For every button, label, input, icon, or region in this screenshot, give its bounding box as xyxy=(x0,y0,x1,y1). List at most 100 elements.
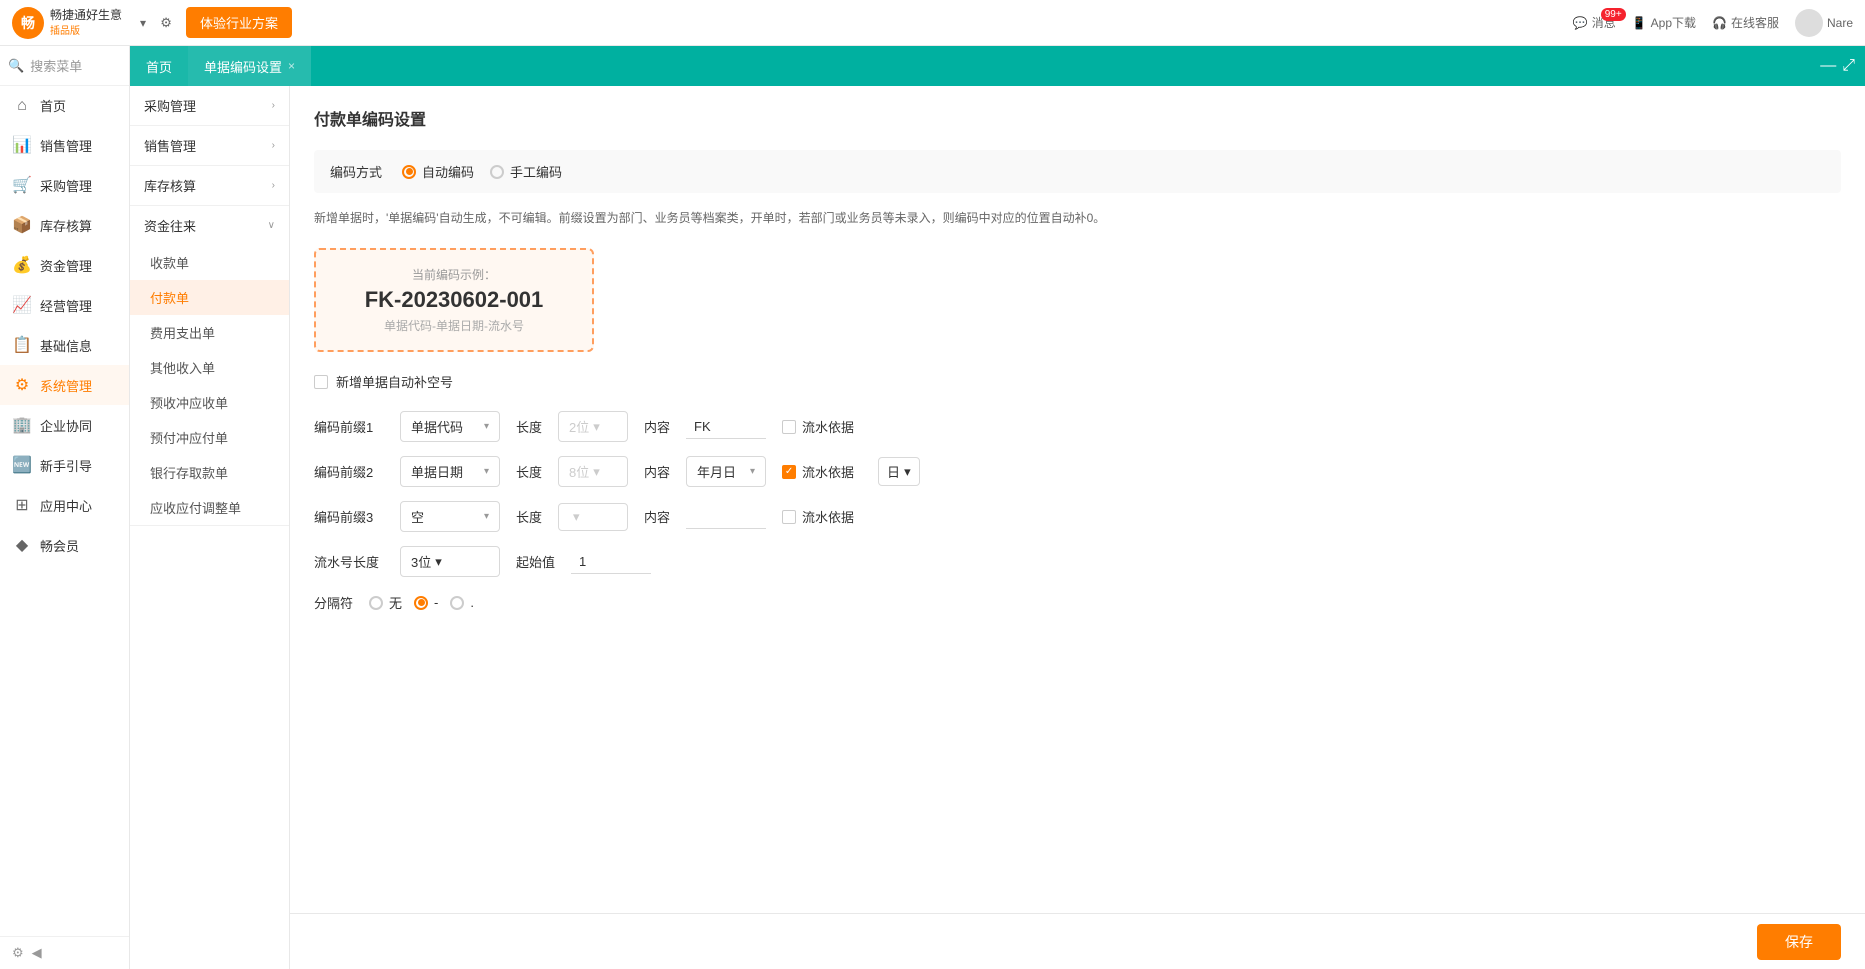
sidebar-item-home[interactable]: ⌂ 首页 xyxy=(0,86,129,125)
radio-auto[interactable]: 自动编码 xyxy=(402,162,474,181)
sub-group-purchase-title[interactable]: 采购管理 › xyxy=(130,86,289,125)
sub-group-inventory: 库存核算 › xyxy=(130,166,289,206)
sidebar-purchase-label: 采购管理 xyxy=(40,176,92,195)
save-button[interactable]: 保存 xyxy=(1757,924,1841,960)
sidebar-item-guide[interactable]: 🆕 新手引导 xyxy=(0,445,129,485)
tab-bar-right: — ⤢ xyxy=(1820,57,1865,75)
sub-item-other-income[interactable]: 其他收入单 xyxy=(130,350,289,385)
flow3-cb[interactable] xyxy=(782,510,796,524)
content3-input[interactable] xyxy=(686,505,766,529)
sub-item-prepay-receivable[interactable]: 预收冲应收单 xyxy=(130,385,289,420)
sidebar-finance-label: 资金管理 xyxy=(40,256,92,275)
sub-item-expense[interactable]: 费用支出单 xyxy=(130,315,289,350)
flow1-cb[interactable] xyxy=(782,420,796,434)
settings-icon[interactable]: ⚙ xyxy=(152,9,180,37)
sep-hyphen-circle xyxy=(414,596,428,610)
sub-group-inventory-arrow: › xyxy=(272,180,275,191)
sub-group-inventory-title[interactable]: 库存核算 › xyxy=(130,166,289,205)
tab-current[interactable]: 单据编码设置 × xyxy=(188,46,311,86)
sub-group-finance-title[interactable]: 资金往来 ∨ xyxy=(130,206,289,245)
flow3-checkbox-area: 流水依据 xyxy=(782,507,854,526)
sub-group-finance-label: 资金往来 xyxy=(144,216,196,235)
length2-select[interactable]: 8位 ▾ xyxy=(558,456,628,487)
length3-select[interactable]: ▾ xyxy=(558,503,628,531)
radio-manual[interactable]: 手工编码 xyxy=(490,162,562,181)
sep-hyphen[interactable]: - xyxy=(414,595,438,610)
tab-maximize-icon[interactable]: ⤢ xyxy=(1842,57,1855,75)
tab-minimize-icon[interactable]: — xyxy=(1820,57,1836,75)
prefix1-arrow: ▾ xyxy=(484,421,489,432)
sub-group-sales-label: 销售管理 xyxy=(144,136,196,155)
sep-dot[interactable]: . xyxy=(450,595,474,610)
nav-dropdown[interactable]: ▾ xyxy=(140,16,146,30)
message-badge: 99+ xyxy=(1601,8,1626,21)
prefix2-value: 单据日期 xyxy=(411,462,463,481)
prefix2-label: 编码前缀2 xyxy=(314,462,384,481)
sidebar-collapse-icon[interactable]: ◀ xyxy=(32,945,42,961)
sidebar-settings-icon[interactable]: ⚙ xyxy=(12,945,24,961)
sidebar-item-apps[interactable]: ⊞ 应用中心 xyxy=(0,485,129,525)
prefix1-select[interactable]: 单据代码 ▾ xyxy=(400,411,500,442)
sub-group-sales-title[interactable]: 销售管理 › xyxy=(130,126,289,165)
app-logo: 畅 畅捷通好生意 插品版 xyxy=(12,7,132,39)
content1-input[interactable] xyxy=(686,415,766,439)
prefix3-value: 空 xyxy=(411,507,424,526)
prefix2-select[interactable]: 单据日期 ▾ xyxy=(400,456,500,487)
serial-length-select[interactable]: 3位 ▾ xyxy=(400,546,500,577)
sidebar-guide-label: 新手引导 xyxy=(40,456,92,475)
user-menu[interactable]: Nare xyxy=(1795,9,1853,37)
sidebar-item-sales[interactable]: 📊 销售管理 xyxy=(0,125,129,165)
sidebar-item-member[interactable]: ◆ 畅会员 xyxy=(0,525,129,565)
sidebar-search[interactable]: 🔍 搜索菜单 xyxy=(0,46,129,86)
sub-item-receipt[interactable]: 收款单 xyxy=(130,245,289,280)
corp-icon: 🏢 xyxy=(12,415,32,435)
finance-icon: 💰 xyxy=(12,255,32,275)
sub-item-adjust[interactable]: 应收应付调整单 xyxy=(130,490,289,525)
length1-select[interactable]: 2位 ▾ xyxy=(558,411,628,442)
sidebar-item-system[interactable]: ⚙ 系统管理 xyxy=(0,365,129,405)
flow2-checkbox-area: 流水依据 xyxy=(782,462,854,481)
sep-none[interactable]: 无 xyxy=(369,593,402,612)
sidebar-item-finance[interactable]: 💰 资金管理 xyxy=(0,245,129,285)
inventory-icon: 📦 xyxy=(12,215,32,235)
sep-options: 无 - . xyxy=(369,593,474,612)
tab-home[interactable]: 首页 xyxy=(130,46,188,86)
online-service-button[interactable]: 🎧 在线客服 xyxy=(1712,14,1779,31)
start-input[interactable] xyxy=(571,550,651,574)
bottom-bar: 保存 xyxy=(290,913,1865,969)
flow2-cb[interactable] xyxy=(782,465,796,479)
separator-row: 分隔符 无 - xyxy=(314,593,1841,612)
sidebar-operation-label: 经营管理 xyxy=(40,296,92,315)
app-download-button[interactable]: 📱 App下载 xyxy=(1632,14,1696,31)
member-icon: ◆ xyxy=(12,535,32,555)
sub-item-prepay-payment[interactable]: 预付冲应付单 xyxy=(130,420,289,455)
sidebar-item-operation[interactable]: 📈 经营管理 xyxy=(0,285,129,325)
serial-length-arrow: ▾ xyxy=(435,554,442,570)
start-label: 起始值 xyxy=(516,552,555,571)
radio-auto-dot xyxy=(406,168,413,175)
code-prefix: 当前编码示例： xyxy=(340,266,568,283)
content2-select[interactable]: 年月日 ▾ xyxy=(686,456,766,487)
length1-label: 长度 xyxy=(516,417,542,436)
avatar xyxy=(1795,9,1823,37)
trial-button[interactable]: 体验行业方案 xyxy=(186,7,292,38)
sidebar-item-corp[interactable]: 🏢 企业协同 xyxy=(0,405,129,445)
sep-dot-label: . xyxy=(470,595,474,610)
tab-close-icon[interactable]: × xyxy=(288,59,295,73)
sidebar-item-inventory[interactable]: 📦 库存核算 xyxy=(0,205,129,245)
day-select[interactable]: 日 ▾ xyxy=(878,457,920,486)
sidebar-item-basic[interactable]: 📋 基础信息 xyxy=(0,325,129,365)
message-button[interactable]: 💬 消息 99+ xyxy=(1573,14,1616,31)
sub-item-bank-deposit[interactable]: 银行存取款单 xyxy=(130,455,289,490)
prefix3-select[interactable]: 空 ▾ xyxy=(400,501,500,532)
sep-hyphen-dot xyxy=(418,599,425,606)
sidebar-apps-label: 应用中心 xyxy=(40,496,92,515)
config-row-2: 编码前缀2 单据日期 ▾ 长度 8位 ▾ 内容 年月日 xyxy=(314,456,1841,487)
content-wrapper: 采购管理 › 销售管理 › 库存核算 › xyxy=(130,86,1865,969)
sidebar-system-label: 系统管理 xyxy=(40,376,92,395)
sub-item-payment[interactable]: 付款单 xyxy=(130,280,289,315)
prefix1-value: 单据代码 xyxy=(411,417,463,436)
auto-fill-checkbox[interactable] xyxy=(314,375,328,389)
sidebar-item-purchase[interactable]: 🛒 采购管理 xyxy=(0,165,129,205)
length1-arrow: ▾ xyxy=(593,419,600,435)
